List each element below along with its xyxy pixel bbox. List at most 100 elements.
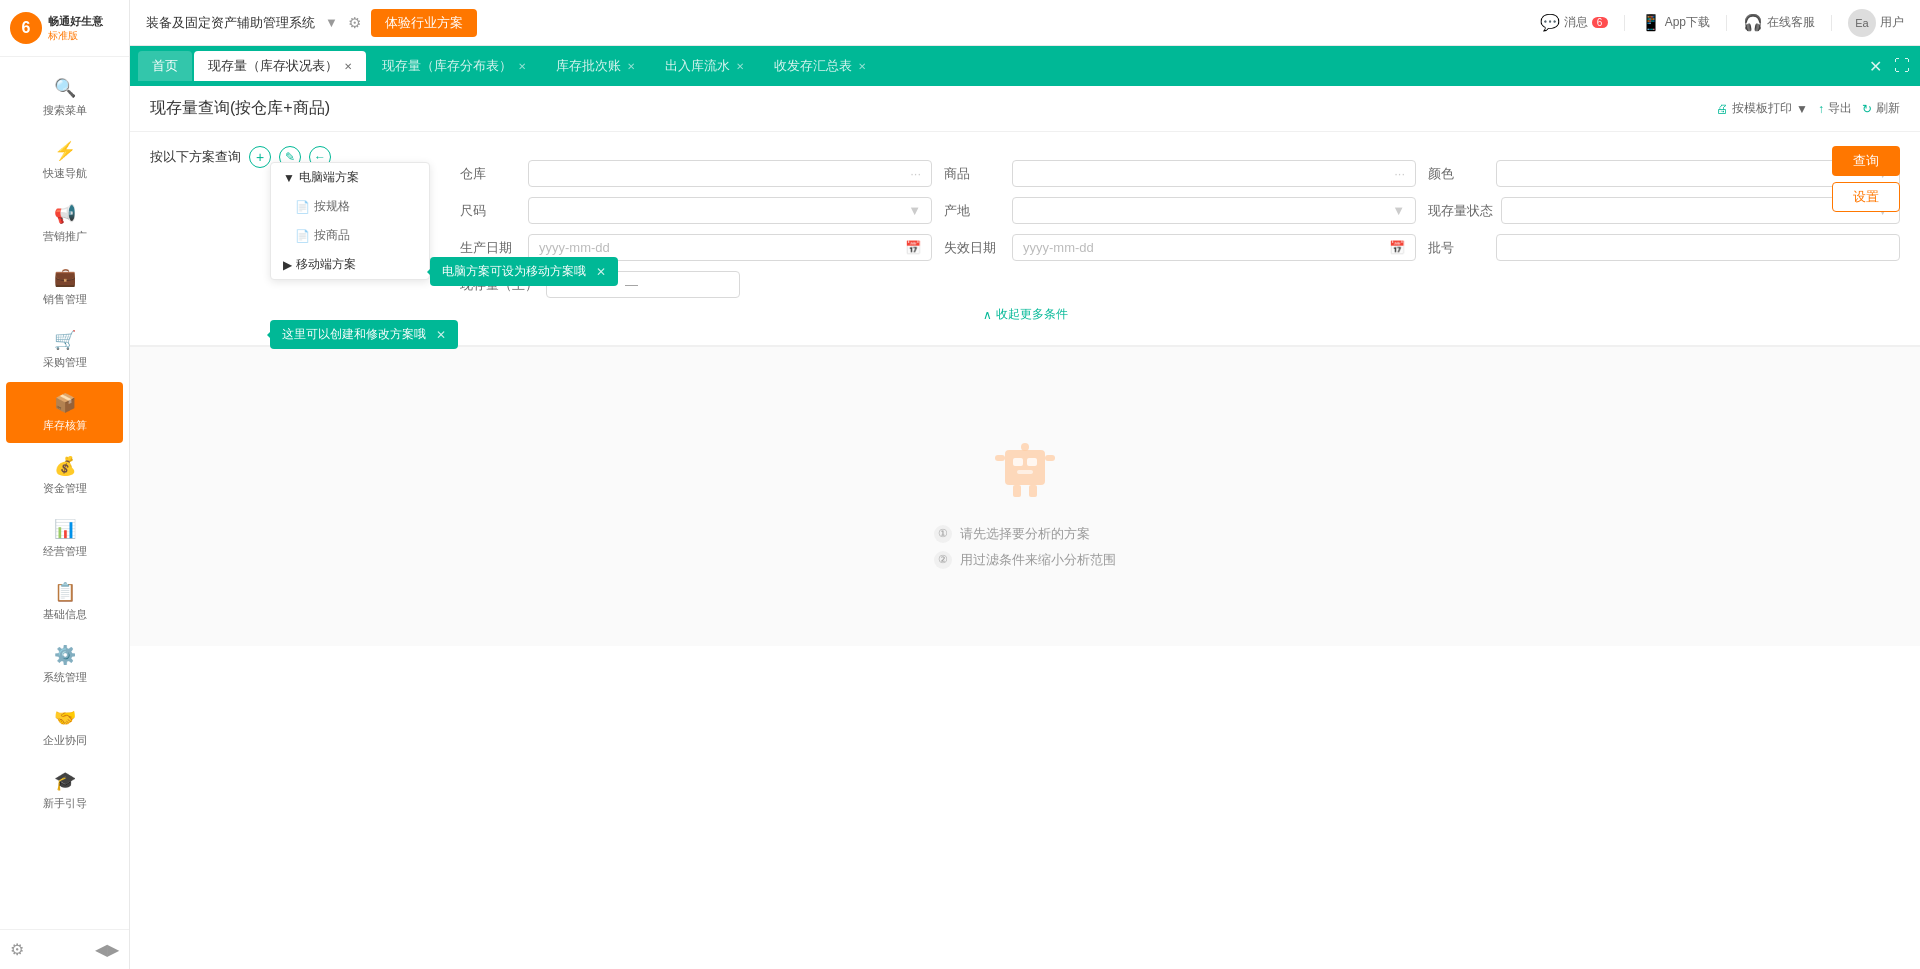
scheme-desktop-group[interactable]: ▼ 电脑端方案 [271, 163, 429, 192]
sidebar-item-quick-nav[interactable]: ⚡ 快速导航 [6, 130, 123, 191]
app-download-button[interactable]: 📱 App下载 [1641, 13, 1710, 32]
sidebar-item-marketing[interactable]: 📢 营销推广 [6, 193, 123, 254]
sidebar-item-inventory[interactable]: 📦 库存核算 [6, 382, 123, 443]
close-all-tabs-button[interactable]: ✕ [1867, 55, 1884, 78]
export-button[interactable]: ↑ 导出 [1818, 100, 1852, 117]
empty-step-1: ① 请先选择要分析的方案 [934, 525, 1116, 543]
scheme-desktop-item-product[interactable]: 📄 按商品 [271, 221, 429, 250]
page-actions: 🖨 按模板打印 ▼ ↑ 导出 ↻ 刷新 [1716, 100, 1900, 117]
scheme-desktop-item-spec[interactable]: 📄 按规格 [271, 192, 429, 221]
filter-rows: 仓库 ··· 商品 ··· [460, 160, 1900, 298]
tab-home[interactable]: 首页 [138, 51, 192, 81]
logo-badge: 标准版 [48, 29, 103, 43]
size-label: 尺码 [460, 202, 520, 220]
svg-rect-5 [995, 455, 1005, 461]
system-title-dropdown-icon[interactable]: ▼ [325, 15, 338, 30]
notification-button[interactable]: 💬 消息 6 [1540, 13, 1608, 32]
sidebar-item-finance[interactable]: 💰 资金管理 [6, 445, 123, 506]
sub-item2-icon: 📄 [295, 229, 310, 243]
svg-rect-6 [1045, 455, 1055, 461]
scheme-desktop-item-product-label: 按商品 [314, 227, 350, 244]
query-button[interactable]: 查询 [1832, 146, 1900, 176]
guide-icon: 🎓 [54, 770, 76, 792]
industry-solution-button[interactable]: 体验行业方案 [371, 9, 477, 37]
product-input[interactable]: ··· [1012, 160, 1416, 187]
sidebar-item-purchase[interactable]: 🛒 采购管理 [6, 319, 123, 380]
empty-state-illustration [985, 425, 1065, 505]
step-num-1: ① [934, 525, 952, 543]
tab-recv-send-summary[interactable]: 收发存汇总表 ✕ [760, 51, 880, 81]
online-support-button[interactable]: 🎧 在线客服 [1743, 13, 1815, 32]
warehouse-label: 仓库 [460, 165, 520, 183]
tooltip1-text: 电脑方案可设为移动方案哦 [442, 263, 586, 280]
scheme-mobile-group[interactable]: ▶ 移动端方案 [271, 250, 429, 279]
qty-max-input[interactable] [646, 277, 706, 292]
expire-date-label: 失效日期 [944, 239, 1004, 257]
tab-in-out-flow-label: 出入库流水 [665, 57, 730, 75]
collapse-sidebar-icon[interactable]: ◀▶ [95, 940, 119, 959]
sidebar-item-sales[interactable]: 💼 销售管理 [6, 256, 123, 317]
logo-text-block: 畅通好生意 标准版 [48, 14, 103, 43]
sidebar-item-label-guide: 新手引导 [43, 796, 87, 811]
page-header: 现存量查询(按仓库+商品) 🖨 按模板打印 ▼ ↑ 导出 ↻ [130, 86, 1920, 132]
sidebar-item-search[interactable]: 🔍 搜索菜单 [6, 67, 123, 128]
sidebar-item-basic-info[interactable]: 📋 基础信息 [6, 571, 123, 632]
tab-inventory-dist[interactable]: 现存量（库存分布表） ✕ [368, 51, 540, 81]
sidebar-item-label-quick-nav: 快速导航 [43, 166, 87, 181]
color-label: 颜色 [1428, 165, 1488, 183]
print-template-button[interactable]: 🖨 按模板打印 ▼ [1716, 100, 1808, 117]
sidebar-item-label-search: 搜索菜单 [43, 103, 87, 118]
empty-step2-text: 用过滤条件来缩小分析范围 [960, 551, 1116, 569]
warehouse-input[interactable]: ··· [528, 160, 932, 187]
empty-steps: ① 请先选择要分析的方案 ② 用过滤条件来缩小分析范围 [934, 525, 1116, 569]
refresh-button[interactable]: ↻ 刷新 [1862, 100, 1900, 117]
maximize-button[interactable]: ⛶ [1892, 55, 1912, 78]
reset-button[interactable]: 设置 [1832, 182, 1900, 212]
expand-arrow-desktop: ▼ [283, 171, 295, 185]
online-support-label: 在线客服 [1767, 14, 1815, 31]
gear-icon[interactable]: ⚙ [348, 14, 361, 32]
user-profile-button[interactable]: Ea 用户 [1848, 9, 1904, 37]
main-content: 装备及固定资产辅助管理系统 ▼ ⚙ 体验行业方案 💬 消息 6 📱 App下载 [130, 0, 1920, 969]
tab-inventory-status-label: 现存量（库存状况表） [208, 57, 338, 75]
user-avatar: Ea [1848, 9, 1876, 37]
empty-step1-text: 请先选择要分析的方案 [960, 525, 1090, 543]
app-download-label: App下载 [1665, 14, 1710, 31]
sidebar-item-system[interactable]: ⚙️ 系统管理 [6, 634, 123, 695]
sidebar-item-guide[interactable]: 🎓 新手引导 [6, 760, 123, 821]
tab-inventory-dist-label: 现存量（库存分布表） [382, 57, 512, 75]
header-left: 装备及固定资产辅助管理系统 ▼ ⚙ 体验行业方案 [146, 9, 477, 37]
tab-close-recv-send-summary[interactable]: ✕ [858, 61, 866, 72]
expire-date-value: yyyy-mm-dd [1023, 240, 1094, 255]
header-actions: 💬 消息 6 📱 App下载 🎧 在线客服 Ea [1540, 9, 1904, 37]
origin-select[interactable]: ▼ [1012, 197, 1416, 224]
size-select[interactable]: ▼ [528, 197, 932, 224]
tab-bar: 首页 现存量（库存状况表） ✕ 现存量（库存分布表） ✕ 库存批次账 ✕ 出入库… [130, 46, 1920, 86]
tooltip1-close-button[interactable]: ✕ [596, 265, 606, 279]
svg-rect-7 [1013, 485, 1021, 497]
tooltip-desktop-scheme: 电脑方案可设为移动方案哦 ✕ [430, 257, 618, 286]
tab-close-batch-account[interactable]: ✕ [627, 61, 635, 72]
expire-date-input[interactable]: yyyy-mm-dd 📅 [1012, 234, 1416, 261]
tooltip2-close-button[interactable]: ✕ [436, 328, 446, 342]
tab-in-out-flow[interactable]: 出入库流水 ✕ [651, 51, 758, 81]
tab-batch-account-label: 库存批次账 [556, 57, 621, 75]
tab-inventory-status[interactable]: 现存量（库存状况表） ✕ [194, 51, 366, 81]
settings-bottom-icon[interactable]: ⚙ [10, 940, 24, 959]
sidebar-item-label-marketing: 营销推广 [43, 229, 87, 244]
sidebar-item-operations[interactable]: 📊 经营管理 [6, 508, 123, 569]
tab-batch-account[interactable]: 库存批次账 ✕ [542, 51, 649, 81]
range-divider: — [625, 277, 638, 292]
sidebar-item-enterprise[interactable]: 🤝 企业协同 [6, 697, 123, 758]
username-label: 用户 [1880, 14, 1904, 31]
print-dropdown-icon: ▼ [1796, 102, 1808, 116]
sidebar-item-label-system: 系统管理 [43, 670, 87, 685]
empty-state: ① 请先选择要分析的方案 ② 用过滤条件来缩小分析范围 [130, 346, 1920, 646]
batch-input[interactable] [1496, 234, 1900, 261]
tab-close-inventory-status[interactable]: ✕ [344, 61, 352, 72]
inventory-icon: 📦 [54, 392, 76, 414]
add-scheme-button[interactable]: + [249, 146, 271, 168]
tab-close-inventory-dist[interactable]: ✕ [518, 61, 526, 72]
tab-close-in-out-flow[interactable]: ✕ [736, 61, 744, 72]
tab-bar-right: ✕ ⛶ [1867, 55, 1912, 78]
